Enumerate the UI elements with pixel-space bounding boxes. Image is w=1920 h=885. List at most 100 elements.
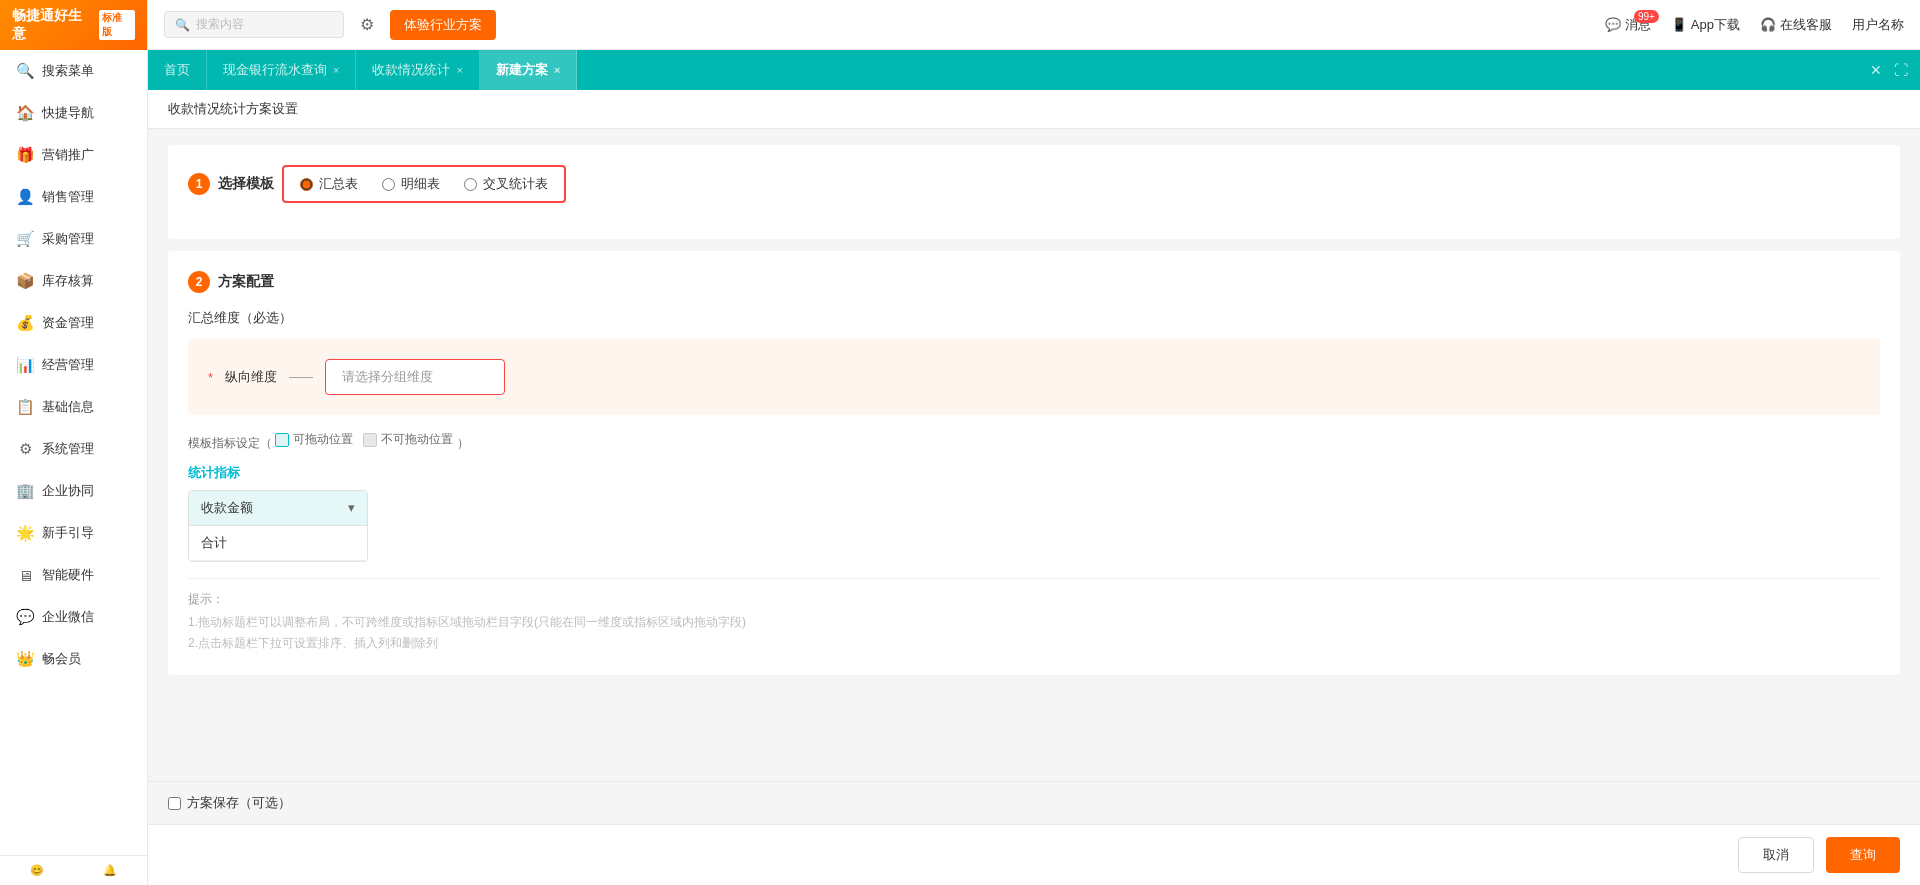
sidebar-item-hardware[interactable]: 🖥智能硬件 <box>0 554 147 596</box>
sidebar-item-label-sales: 销售管理 <box>42 188 94 206</box>
sidebar-item-label-search-menu: 搜索菜单 <box>42 62 94 80</box>
dimension-label <box>208 370 213 385</box>
service-item[interactable]: 🎧 在线客服 <box>1760 16 1832 34</box>
trial-button[interactable]: 体验行业方案 <box>390 10 496 40</box>
radio-cross[interactable] <box>464 178 477 191</box>
option-cross[interactable]: 交叉统计表 <box>464 175 548 193</box>
tab-maximize-icon[interactable]: ⛶ <box>1894 62 1908 78</box>
tabbar: 首页现金银行流水查询×收款情况统计×新建方案× ✕ ⛶ <box>148 50 1920 90</box>
option-cross-label: 交叉统计表 <box>483 175 548 193</box>
sidebar-item-label-member: 畅会员 <box>42 650 81 668</box>
sidebar-bottom-icon2[interactable]: 🔔 <box>103 864 117 877</box>
page-header: 收款情况统计方案设置 <box>148 90 1920 129</box>
sidebar-item-purchase[interactable]: 🛒采购管理 <box>0 218 147 260</box>
radio-detail[interactable] <box>382 178 395 191</box>
cancel-button[interactable]: 取消 <box>1738 837 1814 873</box>
step1-card: 1 选择模板 汇总表 明细表 交叉统计表 <box>168 145 1900 239</box>
hint-title: 提示： <box>188 591 1880 608</box>
template-options: 汇总表 明细表 交叉统计表 <box>282 165 566 203</box>
movable-legend-box <box>275 433 289 447</box>
settings-icon[interactable]: ⚙ <box>360 15 374 34</box>
sidebar-item-inventory[interactable]: 📦 库存核算 <box>0 260 147 302</box>
config-section: 汇总维度（必选） 纵向维度 —— 请选择分组维度 模板指标设定（ <box>188 309 1880 655</box>
radio-summary[interactable] <box>300 178 313 191</box>
option-detail[interactable]: 明细表 <box>382 175 440 193</box>
indicators-section: 统计指标 收款金额 ▾ 合计 <box>188 464 1880 562</box>
search-placeholder: 搜索内容 <box>196 16 244 33</box>
sidebar-bottom-icon1[interactable]: 😊 <box>30 864 44 877</box>
step2-number: 2 <box>188 271 210 293</box>
sidebar-item-operations[interactable]: 📊经营管理 <box>0 344 147 386</box>
username[interactable]: 用户名称 <box>1852 16 1904 34</box>
fixed-legend-box <box>363 433 377 447</box>
tab-receipt-stat[interactable]: 收款情况统计× <box>356 50 479 90</box>
indicators-config-label: 模板指标设定（ 可拖动位置 不可拖动位置 ） <box>188 431 469 452</box>
chevron-down-icon[interactable]: ▾ <box>348 500 355 515</box>
sidebar-item-label-inventory: 库存核算 <box>42 272 94 290</box>
sidebar-item-finance[interactable]: 💰资金管理 <box>0 302 147 344</box>
sidebar-item-marketing[interactable]: 🎁 营销推广 <box>0 134 147 176</box>
save-option-label[interactable]: 方案保存（可选） <box>168 794 291 812</box>
bottom-bar: 方案保存（可选） <box>148 781 1920 824</box>
logo-badge: 标准版 <box>99 10 135 40</box>
tab-close-all-icon[interactable]: ✕ <box>1870 62 1882 78</box>
topbar-right: 💬 消息 99+ 📱 App下载 🎧 在线客服 用户名称 <box>1605 16 1904 34</box>
tab-label-bank: 现金银行流水查询 <box>223 61 327 79</box>
tab-close-new-plan[interactable]: × <box>554 64 560 76</box>
sidebar-item-label-quick-nav: 快捷导航 <box>42 104 94 122</box>
sidebar-item-basic-info[interactable]: 📋基础信息 <box>0 386 147 428</box>
step1-number: 1 <box>188 173 210 195</box>
purchase-icon: 🛒 <box>16 230 34 248</box>
fixed-legend-label: 不可拖动位置 <box>381 431 453 448</box>
sidebar-item-label-enterprise: 企业协同 <box>42 482 94 500</box>
sidebar-item-sales[interactable]: 👤销售管理 <box>0 176 147 218</box>
logo-text: 畅捷通好生意 <box>12 7 95 43</box>
sidebar-item-guide[interactable]: 🌟 新手引导 <box>0 512 147 554</box>
tab-close-receipt-stat[interactable]: × <box>456 64 462 76</box>
sidebar-item-search-menu[interactable]: 🔍搜索菜单 <box>0 50 147 92</box>
sidebar-item-system[interactable]: ⚙系统管理 <box>0 428 147 470</box>
sidebar-item-label-guide: 新手引导 <box>42 524 94 542</box>
message-item[interactable]: 💬 消息 99+ <box>1605 16 1651 34</box>
tab-label-home: 首页 <box>164 61 190 79</box>
guide-icon: 🌟 <box>16 524 34 542</box>
sidebar-item-wechat[interactable]: 💬企业微信 <box>0 596 147 638</box>
page-title: 收款情况统计方案设置 <box>168 101 298 116</box>
option-summary[interactable]: 汇总表 <box>300 175 358 193</box>
finance-icon: 💰 <box>16 314 34 332</box>
search-icon: 🔍 <box>175 18 190 32</box>
sidebar-item-member[interactable]: 👑 畅会员 <box>0 638 147 680</box>
sidebar-item-quick-nav[interactable]: 🏠 快捷导航 <box>0 92 147 134</box>
tab-label-new-plan: 新建方案 <box>496 61 548 79</box>
indicators-label-row: 模板指标设定（ 可拖动位置 不可拖动位置 ） <box>188 431 1880 452</box>
topbar-search[interactable]: 🔍 搜索内容 <box>164 11 344 38</box>
tab-new-plan[interactable]: 新建方案 × <box>480 50 577 90</box>
download-label: App下载 <box>1691 16 1740 34</box>
save-checkbox[interactable] <box>168 797 181 810</box>
legend-fixed: 不可拖动位置 <box>363 431 453 448</box>
sidebar-item-label-basic-info: 基础信息 <box>42 398 94 416</box>
quick-nav-icon: 🏠 <box>16 104 34 122</box>
sidebar-item-label-operations: 经营管理 <box>42 356 94 374</box>
step1-header: 1 选择模板 汇总表 明细表 交叉统计表 <box>188 165 1880 203</box>
movable-legend-label: 可拖动位置 <box>293 431 353 448</box>
sidebar: 畅捷通好生意 标准版 🔍搜索菜单 🏠 快捷导航 🎁 营销推广 👤销售管理🛒采购管理 📦 库存核… <box>0 0 148 885</box>
download-item[interactable]: 📱 App下载 <box>1671 16 1740 34</box>
indicator-header[interactable]: 收款金额 ▾ <box>189 491 367 526</box>
tab-home[interactable]: 首页 <box>148 50 207 90</box>
marketing-icon: 🎁 <box>16 146 34 164</box>
content-area: 收款情况统计方案设置 1 选择模板 汇总表 明细表 <box>148 90 1920 824</box>
sidebar-item-enterprise[interactable]: 🏢企业协同 <box>0 470 147 512</box>
inventory-icon: 📦 <box>16 272 34 290</box>
hint-line: 1.拖动标题栏可以调整布局，不可跨维度或指标区域拖动栏目字段(只能在同一维度或指… <box>188 612 1880 634</box>
sidebar-item-label-marketing: 营销推广 <box>42 146 94 164</box>
summary-label: 汇总维度（必选） <box>188 309 1880 327</box>
service-icon: 🎧 <box>1760 17 1776 32</box>
tab-close-bank[interactable]: × <box>333 64 339 76</box>
dimension-input[interactable]: 请选择分组维度 <box>325 359 505 395</box>
query-button[interactable]: 查询 <box>1826 837 1900 873</box>
indicator-column-header: 收款金额 <box>201 499 253 517</box>
tabbar-right: ✕ ⛶ <box>1870 62 1920 78</box>
tab-bank[interactable]: 现金银行流水查询 × <box>207 50 356 90</box>
member-icon: 👑 <box>16 650 34 668</box>
